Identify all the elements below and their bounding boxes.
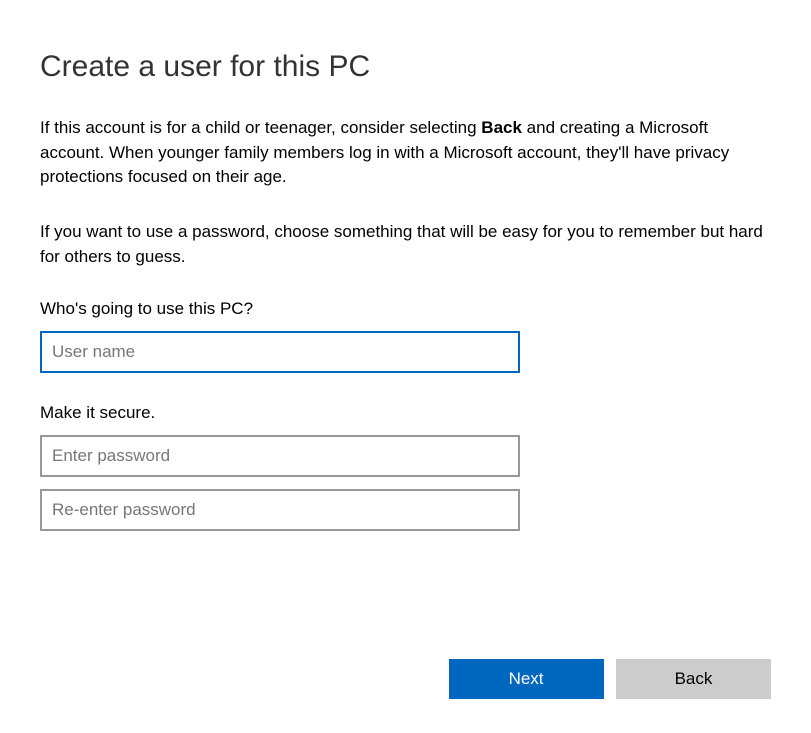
username-input[interactable] (40, 331, 520, 373)
back-button[interactable]: Back (616, 659, 771, 699)
button-bar: Next Back (441, 659, 771, 699)
password-input[interactable] (40, 435, 520, 477)
info-paragraph-2: If you want to use a password, choose so… (40, 220, 771, 269)
info-paragraph-1: If this account is for a child or teenag… (40, 116, 771, 190)
info-paragraph-1-part1: If this account is for a child or teenag… (40, 118, 481, 137)
username-section-label: Who's going to use this PC? (40, 299, 771, 319)
info-paragraph-1-bold: Back (481, 118, 522, 137)
password-section-label: Make it secure. (40, 403, 771, 423)
page-title: Create a user for this PC (40, 50, 771, 84)
next-button[interactable]: Next (449, 659, 604, 699)
confirm-password-input[interactable] (40, 489, 520, 531)
